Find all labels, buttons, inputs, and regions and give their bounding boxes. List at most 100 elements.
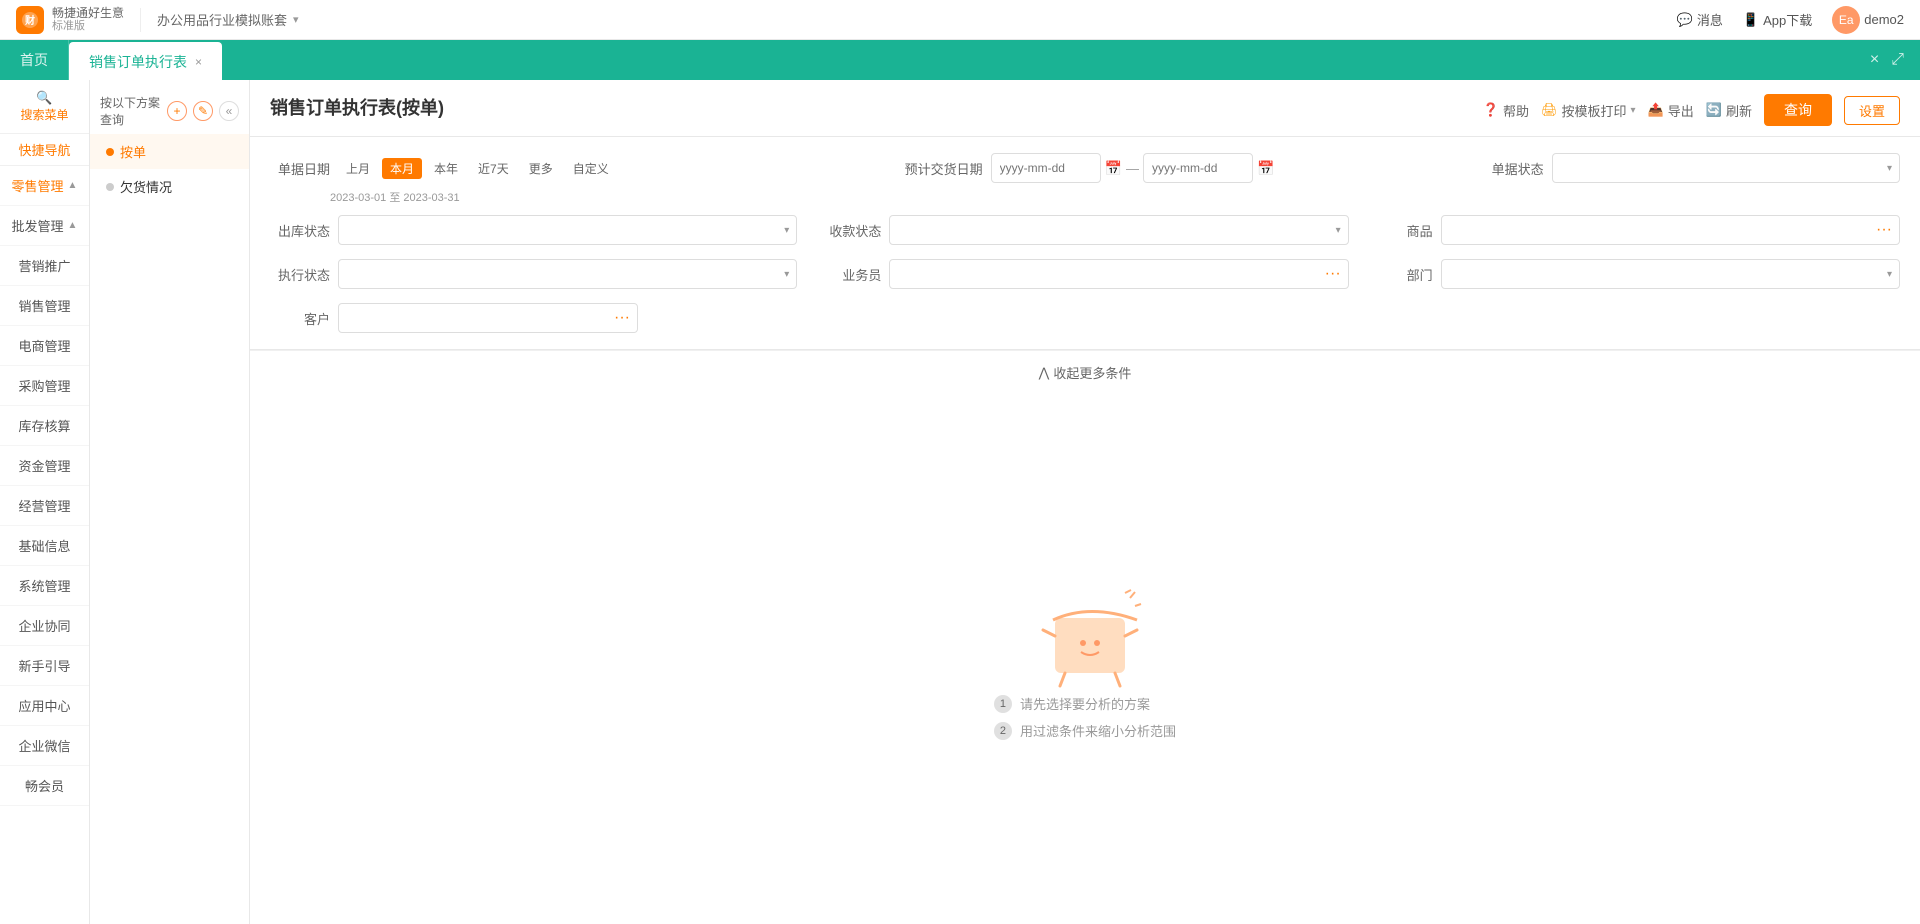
tab-close-icon[interactable]: × (195, 55, 202, 69)
customer-input[interactable] (338, 303, 638, 333)
sidebar-item-basic[interactable]: 基础信息 (0, 526, 89, 566)
export-btn[interactable]: 📤 导出 (1648, 101, 1694, 120)
salesperson-label: 业务员 (821, 265, 881, 284)
date-separator: — (1126, 161, 1139, 176)
filter-row-3: 执行状态 ▾ 业务员 ··· (270, 259, 1900, 289)
search-icon: 🔍 (36, 90, 52, 105)
date-tab-more[interactable]: 更多 (521, 158, 561, 179)
sidebar-item-wholesale[interactable]: 批发管理 ▲ (0, 206, 89, 246)
sidebar-item-finance[interactable]: 资金管理 (0, 446, 89, 486)
logo-area: 财 畅捷通好生意 标准版 办公用品行业模拟账套 ▾ (16, 6, 299, 34)
doc-status-select[interactable] (1552, 153, 1900, 183)
page-title-bar: 销售订单执行表(按单) ❓ 帮助 🖨 按模板打印 ▾ 📤 (250, 80, 1920, 137)
sidebar-item-system[interactable]: 系统管理 (0, 566, 89, 606)
exec-status-select[interactable] (338, 259, 797, 289)
help-icon: ❓ (1483, 102, 1499, 118)
logo-text: 畅捷通好生意 标准版 (52, 6, 124, 34)
breadcrumb[interactable]: 办公用品行业模拟账套 ▾ (157, 10, 299, 29)
sidebar-item-enterprise[interactable]: 企业协同 (0, 606, 89, 646)
sidebar-item-marketing[interactable]: 营销推广 (0, 246, 89, 286)
goods-wrapper: ··· (1441, 215, 1900, 245)
receipt-status-group: 收款状态 ▾ (821, 215, 1348, 245)
sidebar-quick-nav[interactable]: 快捷导航 (0, 134, 89, 166)
settings-button[interactable]: 设置 (1844, 96, 1900, 125)
sidebar-item-ecommerce[interactable]: 电商管理 (0, 326, 89, 366)
out-status-group: 出库状态 ▾ (270, 215, 797, 245)
sidebar-item-retail[interactable]: 零售管理 ▲ (0, 166, 89, 206)
sidebar-item-purchase[interactable]: 采购管理 (0, 366, 89, 406)
tab-home[interactable]: 首页 (0, 40, 69, 80)
scheme-item-backorder[interactable]: 欠货情况 (90, 169, 249, 204)
sidebar-item-inventory[interactable]: 库存核算 (0, 406, 89, 446)
refresh-btn[interactable]: 🔄 刷新 (1706, 101, 1752, 120)
print-btn[interactable]: 🖨 按模板打印 ▾ (1541, 101, 1636, 120)
window-close-icon[interactable]: × (1870, 51, 1879, 69)
receipt-status-label: 收款状态 (821, 221, 881, 240)
doc-status-select-wrapper: ▾ (1552, 153, 1900, 183)
window-expand-icon[interactable]: ⤢ (1891, 51, 1904, 69)
avatar: Ea (1832, 6, 1860, 34)
expected-date-end-input[interactable] (1143, 153, 1253, 183)
sidebar-item-appstore[interactable]: 应用中心 (0, 686, 89, 726)
collapse-chevron-icon: ⋀ (1039, 365, 1050, 381)
query-button[interactable]: 查询 (1764, 94, 1832, 126)
sidebar-search[interactable]: 🔍 搜索菜单 (0, 80, 89, 134)
active-dot-icon (106, 148, 114, 156)
hint-num-1: 1 (994, 695, 1012, 713)
message-icon: 💬 (1677, 12, 1693, 28)
message-btn[interactable]: 💬 消息 (1677, 10, 1723, 29)
date-tab-custom[interactable]: 自定义 (565, 158, 617, 179)
page-actions: ❓ 帮助 🖨 按模板打印 ▾ 📤 导出 🔄 (1483, 94, 1900, 136)
date-tab-this-year[interactable]: 本年 (426, 158, 466, 179)
tab-active[interactable]: 销售订单执行表 × (69, 42, 222, 82)
download-icon: 📱 (1743, 12, 1759, 28)
chevron-icon: ▲ (68, 180, 78, 191)
dept-wrapper: ▾ (1441, 259, 1900, 289)
data-area: 1 请先选择要分析的方案 2 用过滤条件来缩小分析范围 (250, 394, 1920, 924)
dept-select[interactable] (1441, 259, 1900, 289)
expected-date-start-input[interactable] (991, 153, 1101, 183)
tab-bar-actions: × ⤢ (1854, 51, 1920, 69)
salesperson-group: 业务员 ··· (821, 259, 1348, 289)
app-download-btn[interactable]: 📱 App下载 (1743, 10, 1812, 29)
doc-status-label: 单据状态 (1484, 159, 1544, 178)
user-menu[interactable]: Ea demo2 (1832, 6, 1904, 34)
date-tab-7days[interactable]: 近7天 (470, 158, 517, 179)
date-hint: 2023-03-01 至 2023-03-31 (330, 189, 1900, 205)
date-tab-last-month[interactable]: 上月 (338, 158, 378, 179)
scheme-item-order[interactable]: 按单 (90, 134, 249, 169)
expected-date-inputs: 📅 — 📅 (991, 153, 1275, 183)
inactive-dot-icon (106, 183, 114, 191)
filter-row-2: 出库状态 ▾ 收款状态 ▾ (270, 215, 1900, 245)
date-tab-this-month[interactable]: 本月 (382, 158, 422, 179)
sidebar-item-operations[interactable]: 经营管理 (0, 486, 89, 526)
add-scheme-btn[interactable]: + (167, 101, 187, 121)
collapse-panel-btn[interactable]: « (219, 101, 239, 121)
sidebar-item-guide[interactable]: 新手引导 (0, 646, 89, 686)
help-btn[interactable]: ❓ 帮助 (1483, 101, 1529, 120)
dept-group: 部门 ▾ (1373, 259, 1900, 289)
out-status-select[interactable] (338, 215, 797, 245)
export-icon: 📤 (1648, 102, 1664, 118)
customer-label: 客户 (270, 309, 330, 328)
collapse-btn[interactable]: ⋀ 收起更多条件 (1031, 355, 1140, 390)
filter-row-1: 单据日期 上月 本月 本年 近7天 更多 自定义 (270, 153, 1900, 183)
calendar-start-icon[interactable]: 📅 (1105, 160, 1122, 177)
sidebar-item-member[interactable]: 畅会员 (0, 766, 89, 806)
date-tabs: 上月 本月 本年 近7天 更多 自定义 (338, 158, 617, 179)
edit-scheme-btn[interactable]: ✎ (193, 101, 213, 121)
goods-group: 商品 ··· (1373, 215, 1900, 245)
chevron-icon: ▲ (68, 220, 78, 231)
calendar-end-icon[interactable]: 📅 (1257, 160, 1274, 177)
empty-hints: 1 请先选择要分析的方案 2 用过滤条件来缩小分析范围 (994, 694, 1176, 740)
goods-input[interactable] (1441, 215, 1900, 245)
svg-text:财: 财 (24, 14, 35, 27)
receipt-status-select[interactable] (889, 215, 1348, 245)
filter-row-4: 客户 ··· (270, 303, 1900, 333)
sidebar-item-wechat[interactable]: 企业微信 (0, 726, 89, 766)
salesperson-input[interactable] (889, 259, 1348, 289)
out-status-label: 出库状态 (270, 221, 330, 240)
out-status-wrapper: ▾ (338, 215, 797, 245)
sidebar-item-sales[interactable]: 销售管理 (0, 286, 89, 326)
left-panel: 按以下方案查询 + ✎ « 按单 (90, 80, 250, 924)
